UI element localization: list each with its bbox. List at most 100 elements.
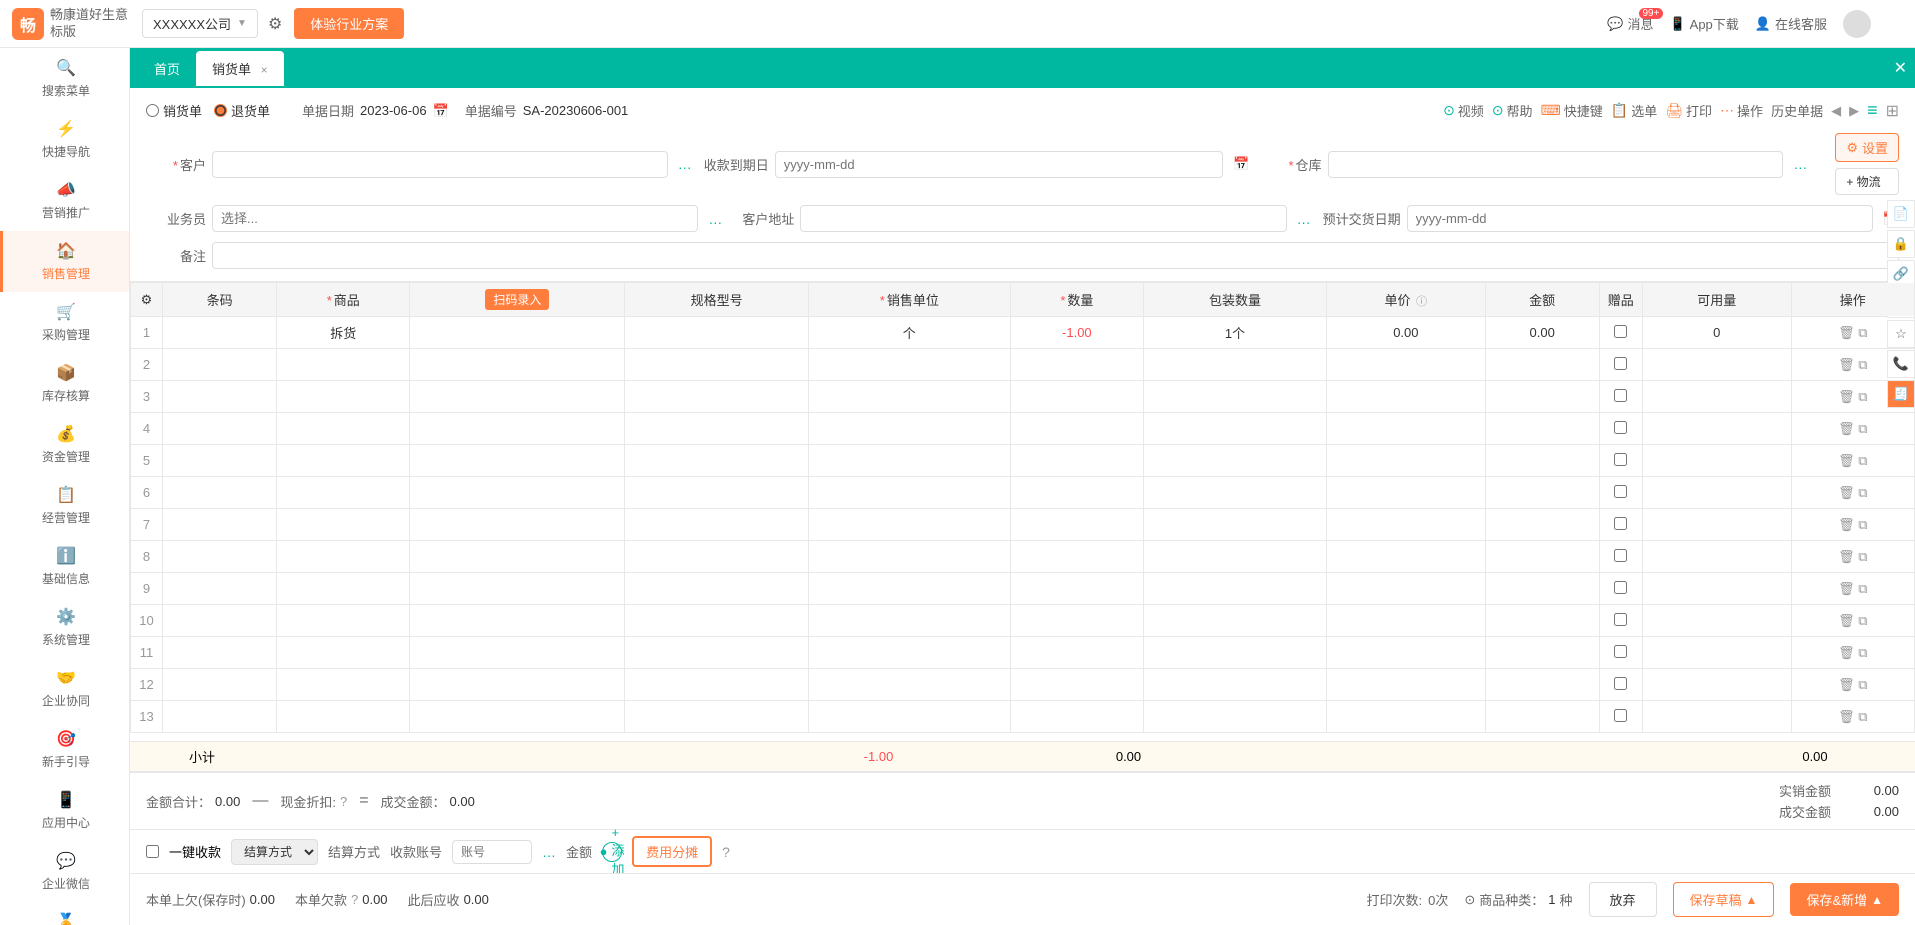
cell-spec[interactable] — [625, 445, 808, 477]
warehouse-select-dots[interactable]: … — [1793, 156, 1807, 172]
cell-product[interactable] — [277, 381, 410, 413]
tab-sales-order[interactable]: 销货单 × — [196, 51, 284, 86]
grid-view-icon[interactable]: ⊞ — [1886, 101, 1899, 121]
salesperson-input[interactable] — [212, 205, 698, 232]
cell-unit[interactable] — [808, 637, 1010, 669]
copy-icon[interactable]: ⧉ — [1858, 325, 1867, 340]
copy-icon[interactable]: ⧉ — [1858, 613, 1867, 628]
cell-barcode[interactable] — [163, 381, 277, 413]
cell-amount[interactable] — [1485, 413, 1599, 445]
cell-price[interactable] — [1327, 445, 1485, 477]
copy-icon[interactable]: ⧉ — [1858, 709, 1867, 724]
cell-qty[interactable] — [1010, 541, 1143, 573]
cell-gift[interactable] — [1599, 413, 1642, 445]
settings-icon[interactable]: ⚙ — [268, 14, 282, 34]
radio-sale[interactable]: 销货单 — [146, 101, 202, 120]
cell-qty[interactable] — [1010, 445, 1143, 477]
add-payment-button[interactable]: ● + 添加 — [602, 842, 622, 862]
price-help-icon[interactable]: ⓘ — [1416, 296, 1427, 308]
right-tool-phone[interactable]: 📞 — [1887, 350, 1915, 378]
cell-pack-qty[interactable] — [1143, 637, 1326, 669]
cell-unit[interactable] — [808, 509, 1010, 541]
date-calendar-icon[interactable]: 📅 — [433, 103, 449, 119]
left-arrow-icon[interactable]: ◀ — [1831, 103, 1841, 119]
video-btn[interactable]: ⊙ 视频 — [1443, 101, 1484, 120]
cell-gift[interactable] — [1599, 477, 1642, 509]
right-tool-doc[interactable]: 📄 — [1887, 200, 1915, 228]
cell-amount[interactable] — [1485, 541, 1599, 573]
cell-pack-qty[interactable] — [1143, 477, 1326, 509]
cell-product[interactable] — [277, 573, 410, 605]
sidebar-item-wechat[interactable]: 💬 企业微信 — [0, 841, 129, 902]
delete-icon[interactable]: 🗑 — [1838, 453, 1855, 468]
short-help-icon[interactable]: ? — [351, 892, 358, 907]
operate-btn[interactable]: ⋯ 操作 — [1720, 101, 1763, 120]
help-icon-sum[interactable]: ? — [340, 794, 347, 809]
cell-product[interactable] — [277, 541, 410, 573]
sidebar-item-quick-nav[interactable]: ⚡ 快捷导航 — [0, 109, 129, 170]
app-download-button[interactable]: 📱 App下载 — [1669, 14, 1738, 33]
expense-split-button[interactable]: 费用分摊 — [632, 836, 712, 867]
sidebar-item-system[interactable]: ⚙️ 系统管理 — [0, 597, 129, 658]
customer-addr-dots[interactable]: … — [1297, 211, 1311, 227]
copy-icon[interactable]: ⧉ — [1858, 549, 1867, 564]
window-close-icon[interactable]: ✕ — [1894, 58, 1907, 78]
cell-amount[interactable] — [1485, 349, 1599, 381]
customer-select-dots[interactable]: … — [678, 156, 692, 172]
cell-barcode[interactable] — [163, 669, 277, 701]
cell-pack-qty[interactable] — [1143, 605, 1326, 637]
cell-qty[interactable] — [1010, 605, 1143, 637]
save-draft-button[interactable]: 保存草稿 ▲ — [1673, 882, 1775, 917]
cell-unit[interactable] — [808, 701, 1010, 733]
copy-icon[interactable]: ⧉ — [1858, 581, 1867, 596]
cell-pack-qty[interactable] — [1143, 445, 1326, 477]
trial-button[interactable]: 体验行业方案 — [294, 8, 404, 39]
copy-icon[interactable]: ⧉ — [1858, 421, 1867, 436]
cell-price[interactable] — [1327, 349, 1485, 381]
avatar[interactable] — [1843, 10, 1871, 38]
customer-input[interactable] — [212, 151, 668, 178]
discard-button[interactable]: 放弃 — [1589, 882, 1657, 917]
cell-price[interactable] — [1327, 605, 1485, 637]
cell-qty[interactable] — [1010, 637, 1143, 669]
cell-pack-qty[interactable] — [1143, 541, 1326, 573]
note-input[interactable] — [212, 242, 1899, 269]
cell-pack-qty[interactable] — [1143, 381, 1326, 413]
cell-unit[interactable] — [808, 477, 1010, 509]
select-btn[interactable]: 📋 选单 — [1611, 101, 1657, 120]
cell-price[interactable]: 0.00 — [1327, 317, 1485, 349]
cell-unit[interactable] — [808, 541, 1010, 573]
online-service-button[interactable]: 👤 在线客服 — [1755, 14, 1827, 33]
sidebar-item-member[interactable]: 🏅 畅会员 — [0, 902, 129, 925]
cell-barcode[interactable] — [163, 317, 277, 349]
cell-gift[interactable] — [1599, 349, 1642, 381]
payment-method-select[interactable]: 结算方式 — [231, 839, 318, 865]
radio-return[interactable]: 退货单 — [214, 101, 270, 120]
one-click-payment-checkbox[interactable] — [146, 845, 159, 858]
cell-unit[interactable] — [808, 381, 1010, 413]
cell-price[interactable] — [1327, 541, 1485, 573]
cell-barcode[interactable] — [163, 605, 277, 637]
cell-spec[interactable] — [625, 413, 808, 445]
cell-amount[interactable] — [1485, 605, 1599, 637]
cell-gift[interactable] — [1599, 573, 1642, 605]
cell-barcode[interactable] — [163, 637, 277, 669]
cell-barcode[interactable] — [163, 413, 277, 445]
help-btn[interactable]: ⊙ 帮助 — [1492, 101, 1533, 120]
cell-barcode[interactable] — [163, 701, 277, 733]
cell-barcode[interactable] — [163, 573, 277, 605]
cell-gift[interactable] — [1599, 381, 1642, 413]
copy-icon[interactable]: ⧉ — [1858, 677, 1867, 692]
history-btn[interactable]: 历史单据 — [1771, 101, 1823, 120]
cell-pack-qty[interactable] — [1143, 573, 1326, 605]
tab-home[interactable]: 首页 — [138, 51, 196, 86]
cell-product[interactable] — [277, 605, 410, 637]
cell-spec[interactable] — [625, 349, 808, 381]
cell-amount[interactable] — [1485, 509, 1599, 541]
cell-spec[interactable] — [625, 701, 808, 733]
cell-spec[interactable] — [625, 637, 808, 669]
cell-spec[interactable] — [625, 541, 808, 573]
cell-qty[interactable] — [1010, 381, 1143, 413]
cell-price[interactable] — [1327, 509, 1485, 541]
cell-spec[interactable] — [625, 509, 808, 541]
